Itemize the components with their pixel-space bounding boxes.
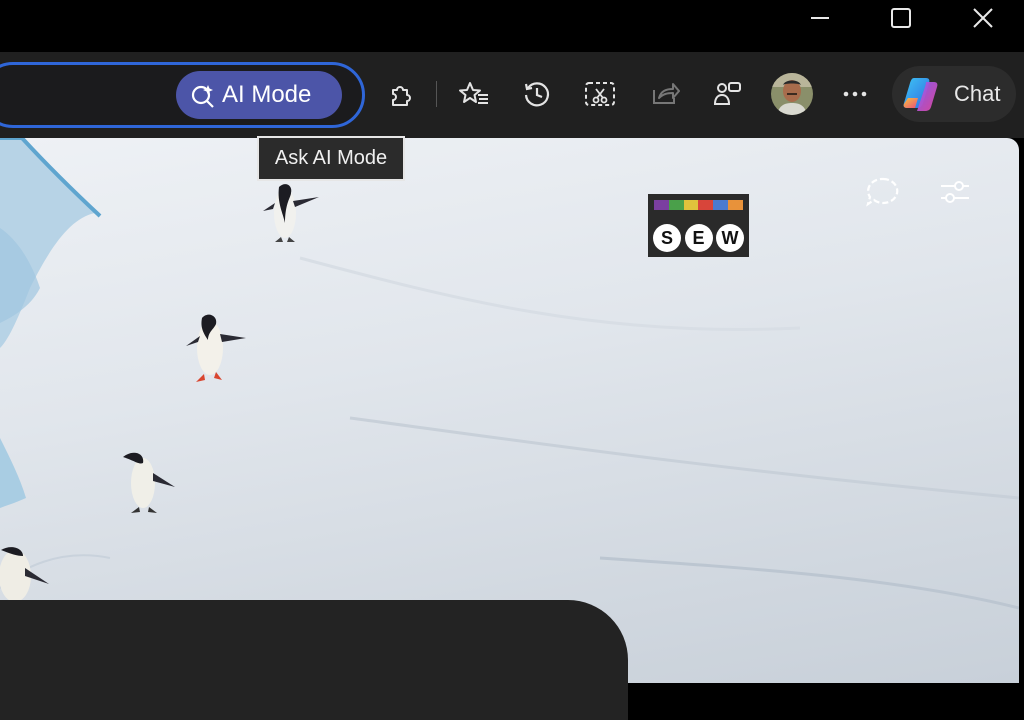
toolbar-divider bbox=[436, 81, 437, 107]
logo-stripe-segment bbox=[698, 200, 714, 210]
logo-stripe-segment bbox=[683, 200, 699, 210]
close-button[interactable] bbox=[943, 0, 1023, 36]
minimize-button[interactable] bbox=[780, 0, 860, 36]
workspaces-icon bbox=[713, 82, 741, 105]
logo-stripe-segment bbox=[728, 200, 743, 210]
screenshot-button[interactable] bbox=[580, 74, 620, 114]
site-logo: S E W bbox=[648, 194, 749, 257]
logo-stripe-segment bbox=[713, 200, 729, 210]
maximize-button[interactable] bbox=[861, 0, 941, 36]
extensions-icon bbox=[392, 86, 411, 106]
extensions-button[interactable] bbox=[381, 74, 421, 114]
logo-letter: W bbox=[716, 224, 744, 252]
logo-letter: E bbox=[684, 224, 713, 252]
settings-sliders-icon bbox=[941, 181, 969, 203]
screenshot-icon bbox=[585, 82, 615, 106]
ai-search-icon bbox=[191, 85, 214, 108]
profile-avatar[interactable] bbox=[771, 73, 813, 115]
logo-stripe bbox=[654, 200, 743, 210]
more-button[interactable] bbox=[835, 74, 875, 114]
share-icon bbox=[653, 83, 680, 104]
history-button[interactable] bbox=[517, 74, 557, 114]
logo-letter: S bbox=[653, 224, 681, 252]
ai-mode-button[interactable]: AI Mode bbox=[176, 71, 342, 119]
penguin bbox=[186, 314, 246, 382]
maximize-icon bbox=[891, 8, 911, 28]
copilot-chat-button[interactable]: Chat bbox=[892, 66, 1016, 122]
more-icon bbox=[843, 91, 867, 97]
feedback-button[interactable] bbox=[863, 172, 903, 212]
copilot-icon bbox=[903, 78, 938, 111]
share-button[interactable] bbox=[645, 74, 685, 114]
penguin bbox=[0, 547, 49, 602]
logo-stripe-segment bbox=[654, 200, 669, 210]
ai-mode-label: AI Mode bbox=[222, 81, 312, 108]
favorites-button[interactable] bbox=[454, 74, 494, 114]
page-settings-button[interactable] bbox=[935, 172, 975, 212]
penguin bbox=[263, 184, 319, 242]
history-icon bbox=[524, 82, 550, 107]
penguin bbox=[123, 452, 175, 513]
minimize-icon bbox=[811, 17, 829, 19]
ai-mode-tooltip: Ask AI Mode bbox=[257, 136, 405, 181]
title-bar bbox=[0, 0, 1024, 52]
close-icon bbox=[973, 8, 993, 28]
chat-label: Chat bbox=[954, 81, 1001, 106]
favorites-icon bbox=[459, 82, 488, 104]
logo-stripe-segment bbox=[668, 200, 684, 210]
profile-photo bbox=[771, 73, 813, 115]
workspaces-button[interactable] bbox=[707, 74, 747, 114]
chat-bubble-icon bbox=[866, 177, 899, 207]
bottom-panel bbox=[0, 600, 628, 720]
